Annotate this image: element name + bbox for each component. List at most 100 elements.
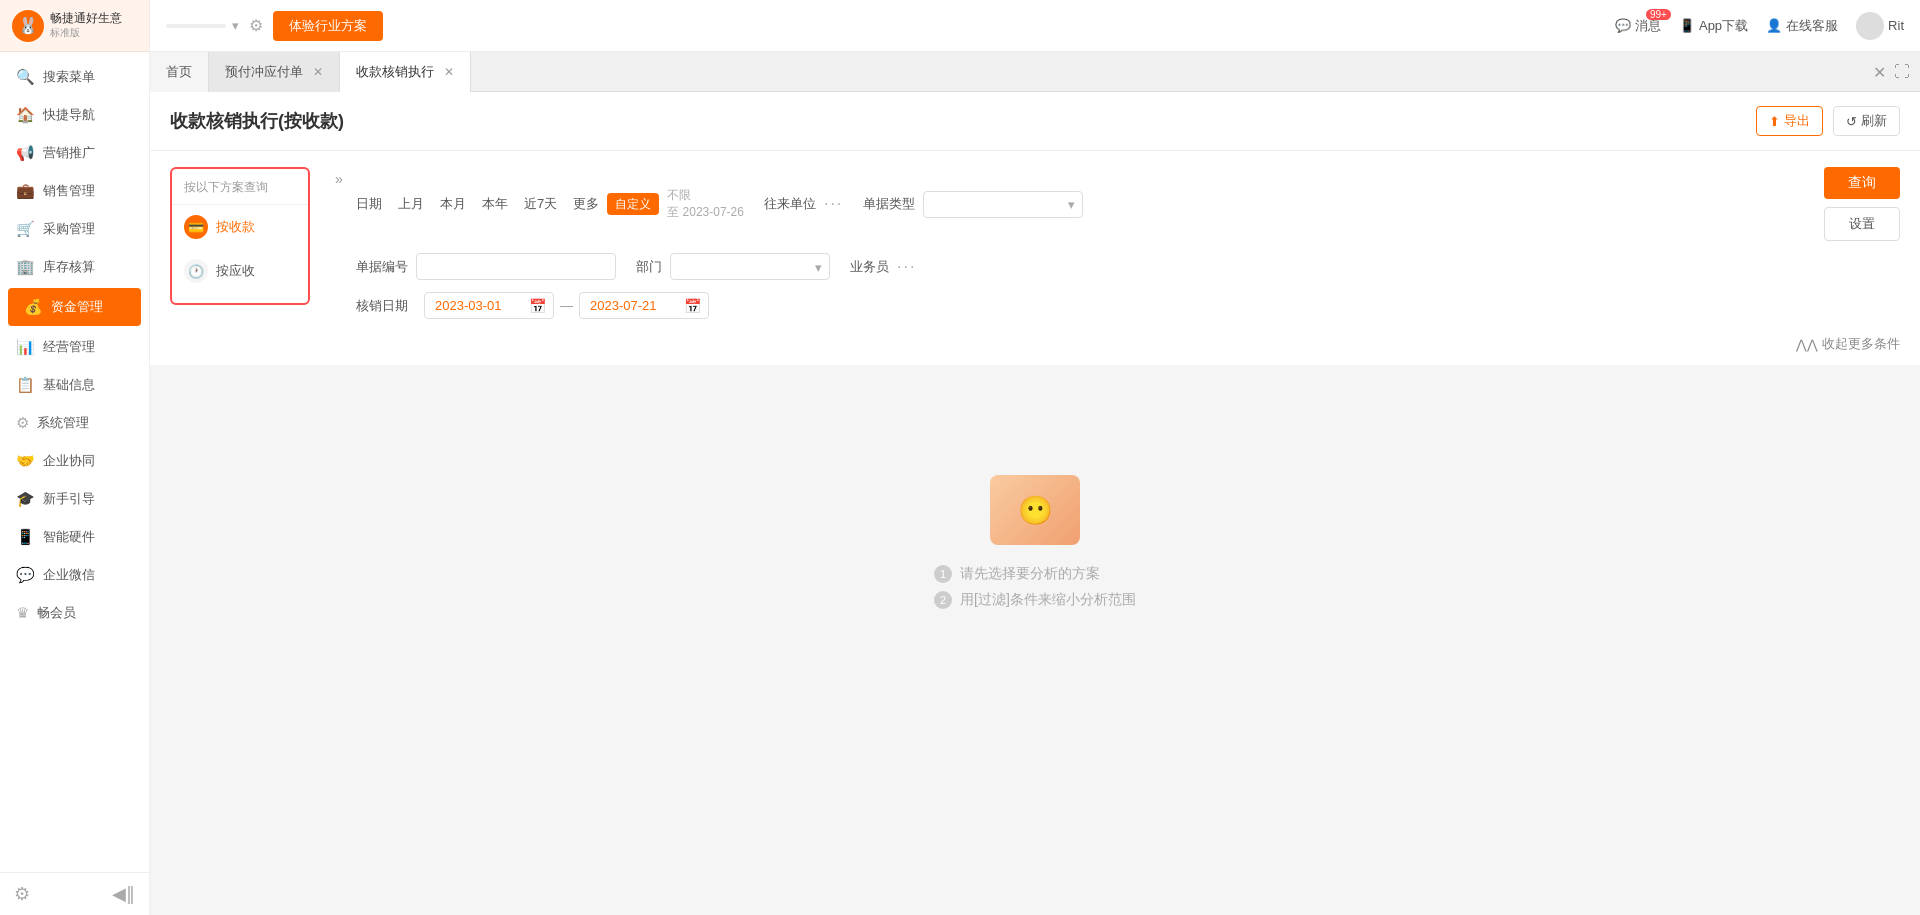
topbar-appname-text [166, 24, 226, 28]
query-button[interactable]: 查询 [1824, 167, 1900, 199]
sidebar-item-hardware[interactable]: 📱 智能硬件 [0, 518, 149, 556]
docnum-label: 单据编号 [356, 258, 408, 276]
solution-button[interactable]: 体验行业方案 [273, 11, 383, 41]
sidebar-item-enterprise[interactable]: 🤝 企业协同 [0, 442, 149, 480]
date-tab-7days[interactable]: 近7天 [516, 193, 565, 215]
sidebar-item-purchase[interactable]: 🛒 采购管理 [0, 210, 149, 248]
sidebar-item-inventory[interactable]: 🏢 库存核算 [0, 248, 149, 286]
empty-state: 😶 1 请先选择要分析的方案 2 用[过滤]条件来缩小分析范围 [150, 365, 1920, 689]
sidebar-item-vip[interactable]: ♛ 畅会员 [0, 594, 149, 632]
filter-option-by-receivable-label: 按应收 [216, 262, 255, 280]
receipt-icon: 💳 [184, 215, 208, 239]
verify-date-range: 📅 — 📅 [424, 292, 709, 319]
doctype-select[interactable] [923, 191, 1083, 218]
sidebar-item-inventory-label: 库存核算 [43, 258, 95, 276]
sidebar-item-system[interactable]: ⚙ 系统管理 [0, 404, 149, 442]
empty-hint-2: 2 用[过滤]条件来缩小分析范围 [934, 591, 1136, 609]
online-service-button[interactable]: 👤 在线客服 [1766, 17, 1838, 35]
logo-sub: 标准版 [50, 26, 122, 40]
app-download-button[interactable]: 📱 App下载 [1679, 17, 1748, 35]
sidebar-menu: 🔍 搜索菜单 🏠 快捷导航 📢 营销推广 💼 销售管理 🛒 采购管理 🏢 库存核… [0, 52, 149, 872]
tab-home-label: 首页 [166, 63, 192, 81]
sidebar-item-quicknav[interactable]: 🏠 快捷导航 [0, 96, 149, 134]
sidebar-item-basicinfo[interactable]: 📋 基础信息 [0, 366, 149, 404]
basicinfo-icon: 📋 [16, 376, 35, 394]
collapse-icon[interactable]: ◀‖ [112, 883, 135, 905]
empty-hints: 1 请先选择要分析的方案 2 用[过滤]条件来缩小分析范围 [934, 565, 1136, 609]
calendar-end-icon[interactable]: 📅 [684, 298, 701, 314]
message-icon: 💬 [1615, 18, 1631, 33]
tab-prepay[interactable]: 预付冲应付单 ✕ [209, 52, 340, 92]
tab-verify-label: 收款核销执行 [356, 63, 434, 81]
salesperson-label: 业务员 [850, 258, 889, 276]
logo-area: 🐰 畅捷通好生意 标准版 [0, 0, 149, 52]
dept-select[interactable] [670, 253, 830, 280]
filter-group-date: 日期 上月 本月 本年 近7天 更多 自定义 不限 至 [356, 187, 744, 221]
tab-verify[interactable]: 收款核销执行 ✕ [340, 52, 471, 92]
filter-area: 按以下方案查询 💳 按收款 🕐 按应收 » [150, 151, 1920, 365]
filter-option-by-receipt[interactable]: 💳 按收款 [172, 205, 308, 249]
tab-prepay-close[interactable]: ✕ [313, 65, 323, 79]
docnum-input[interactable] [416, 253, 616, 280]
tab-home[interactable]: 首页 [150, 52, 209, 92]
page-header: 收款核销执行(按收款) ⬆ 导出 ↺ 刷新 [150, 92, 1920, 151]
calendar-start-icon[interactable]: 📅 [529, 298, 546, 314]
sidebar-item-funds[interactable]: 💰 资金管理 [8, 288, 141, 326]
date-tab-last-month[interactable]: 上月 [390, 193, 432, 215]
filter-group-doctype: 单据类型 ▾ [863, 191, 1083, 218]
topbar-appname[interactable]: ▾ [166, 18, 239, 33]
home-icon: 🏠 [16, 106, 35, 124]
export-button[interactable]: ⬆ 导出 [1756, 106, 1823, 136]
empty-hint-1: 1 请先选择要分析的方案 [934, 565, 1136, 583]
message-button[interactable]: 💬 消息 99+ [1615, 17, 1661, 35]
settings-button[interactable]: 设置 [1824, 207, 1900, 241]
sidebar-item-operations[interactable]: 📊 经营管理 [0, 328, 149, 366]
service-icon: 👤 [1766, 18, 1782, 33]
settings-icon[interactable]: ⚙ [14, 883, 30, 905]
tab-prepay-label: 预付冲应付单 [225, 63, 303, 81]
sidebar-item-marketing[interactable]: 📢 营销推广 [0, 134, 149, 172]
page-header-actions: ⬆ 导出 ↺ 刷新 [1756, 106, 1900, 150]
sidebar-item-sales[interactable]: 💼 销售管理 [0, 172, 149, 210]
salesperson-dots[interactable]: ··· [897, 258, 916, 276]
hint-num-2: 2 [934, 591, 952, 609]
sidebar-item-operations-label: 经营管理 [43, 338, 95, 356]
tab-verify-close[interactable]: ✕ [444, 65, 454, 79]
filter-option-by-receivable[interactable]: 🕐 按应收 [172, 249, 308, 293]
filter-group-docnum: 单据编号 [356, 253, 616, 280]
sidebar-item-marketing-label: 营销推广 [43, 144, 95, 162]
filter-sidebar-title: 按以下方案查询 [172, 179, 308, 205]
refresh-button[interactable]: ↺ 刷新 [1833, 106, 1900, 136]
tab-close-button[interactable]: ✕ [1873, 62, 1886, 81]
sidebar-item-wechat[interactable]: 💬 企业微信 [0, 556, 149, 594]
verify-start-wrapper: 📅 [424, 292, 554, 319]
vip-icon: ♛ [16, 604, 29, 622]
sidebar-item-basicinfo-label: 基础信息 [43, 376, 95, 394]
date-tab-more[interactable]: 更多 [565, 193, 607, 215]
user-profile[interactable]: Rit [1856, 12, 1904, 40]
hint-num-1: 1 [934, 565, 952, 583]
online-service-label: 在线客服 [1786, 17, 1838, 35]
filter-collapse-button[interactable]: » [330, 171, 348, 187]
user-name: Rit [1888, 18, 1904, 33]
empty-face-icon: 😶 [1018, 494, 1053, 527]
wechat-icon: 💬 [16, 566, 35, 584]
collapse-more-button[interactable]: ⋀⋀ 收起更多条件 [1796, 331, 1900, 357]
content-area: 收款核销执行(按收款) ⬆ 导出 ↺ 刷新 按以下方案查询 💳 [150, 92, 1920, 915]
counterparty-dots[interactable]: ··· [824, 195, 843, 213]
date-tab-custom[interactable]: 自定义 [607, 193, 659, 215]
date-tab-this-year[interactable]: 本年 [474, 193, 516, 215]
tab-expand-button[interactable]: ⛶ [1894, 62, 1910, 81]
sidebar-item-system-label: 系统管理 [37, 414, 89, 432]
date-tab-this-month[interactable]: 本月 [432, 193, 474, 215]
filter-row-1: 日期 上月 本月 本年 近7天 更多 自定义 不限 至 [356, 167, 1900, 241]
counterparty-label: 往来单位 [764, 195, 816, 213]
gear-icon[interactable]: ⚙ [249, 16, 263, 35]
sidebar-item-enterprise-label: 企业协同 [43, 452, 95, 470]
filter-group-salesperson: 业务员 ··· [850, 258, 916, 276]
dept-select-wrapper: ▾ [670, 253, 830, 280]
sidebar-item-search[interactable]: 🔍 搜索菜单 [0, 58, 149, 96]
date-tabs: 上月 本月 本年 近7天 更多 自定义 [390, 193, 659, 215]
topbar-right: 💬 消息 99+ 📱 App下载 👤 在线客服 Rit [1615, 12, 1904, 40]
sidebar-item-guide[interactable]: 🎓 新手引导 [0, 480, 149, 518]
